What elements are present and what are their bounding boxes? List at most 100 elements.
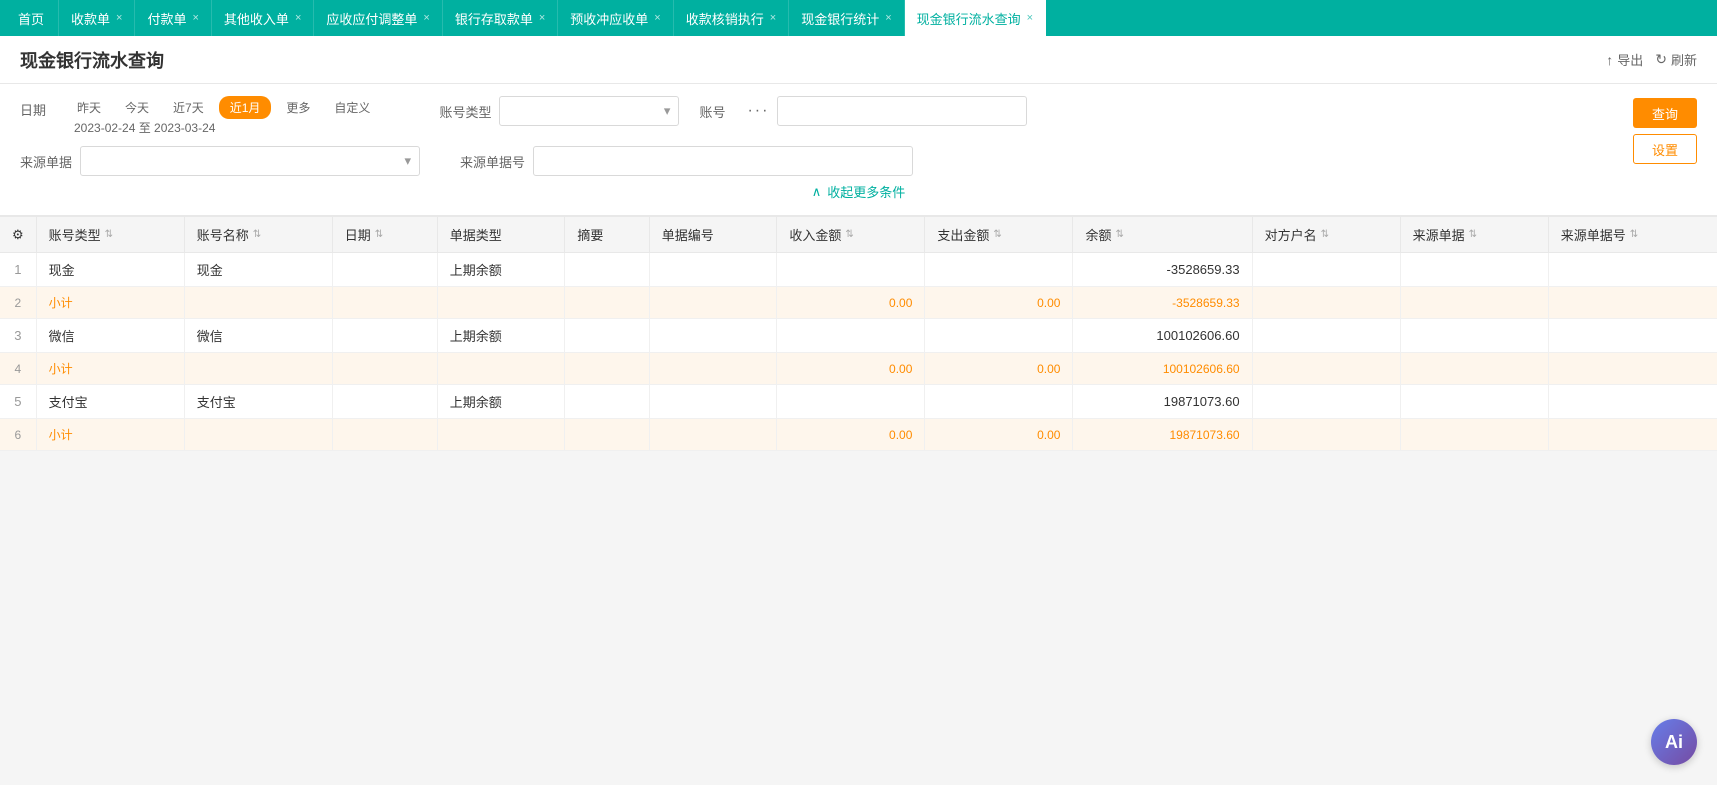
nav-tab-bank-deposit[interactable]: 银行存取款单 ×	[443, 0, 558, 36]
collapse-label: 收起更多条件	[827, 182, 905, 201]
page-header: 现金银行流水查询 ↑ 导出 ↻ 刷新	[0, 36, 1717, 84]
cell-account-name: 现金	[184, 253, 332, 287]
cell-expense: 0.00	[925, 353, 1073, 385]
sort-icon: ⇅	[375, 229, 383, 240]
cell-source-doc-no	[1548, 287, 1717, 319]
refresh-button[interactable]: ↻ 刷新	[1655, 50, 1697, 69]
cell-counterpart	[1252, 419, 1400, 451]
cell-date	[332, 319, 437, 353]
cell-account-type: 支付宝	[36, 385, 184, 419]
nav-tab-prepaid[interactable]: 预收冲应收单 ×	[558, 0, 673, 36]
settings-button[interactable]: 设置	[1633, 134, 1697, 164]
cell-account-type: 小计	[36, 287, 184, 319]
filter-actions: 查询 设置	[1633, 96, 1697, 164]
row-num: 2	[0, 287, 36, 319]
date-yesterday[interactable]: 昨天	[68, 96, 110, 119]
cell-doc-type: 上期余额	[437, 253, 565, 287]
cell-source-doc-no	[1548, 419, 1717, 451]
date-7days[interactable]: 近7天	[164, 96, 213, 119]
cell-summary	[565, 287, 649, 319]
cell-source-doc	[1400, 419, 1548, 451]
sort-icon: ⇅	[105, 229, 113, 240]
header-actions: ↑ 导出 ↻ 刷新	[1606, 50, 1697, 69]
nav-tab-other-income[interactable]: 其他收入单 ×	[212, 0, 314, 36]
cell-balance: 19871073.60	[1073, 419, 1252, 451]
collapse-bar[interactable]: ∧ 收起更多条件	[20, 176, 1697, 203]
th-income[interactable]: 收入金额⇅	[777, 217, 925, 253]
cell-source-doc	[1400, 353, 1548, 385]
source-doc-select[interactable]: ▾	[80, 146, 420, 176]
nav-tab-write-off[interactable]: 收款核销执行 ×	[674, 0, 789, 36]
account-input[interactable]	[777, 96, 1027, 126]
cell-account-type: 小计	[36, 353, 184, 385]
cell-date	[332, 253, 437, 287]
cell-account-type: 微信	[36, 319, 184, 353]
account-type-select[interactable]: ▾	[499, 96, 679, 126]
th-counterpart[interactable]: 对方户名⇅	[1252, 217, 1400, 253]
th-expense[interactable]: 支出金额⇅	[925, 217, 1073, 253]
cell-balance: 100102606.60	[1073, 353, 1252, 385]
th-account-name[interactable]: 账号名称⇅	[184, 217, 332, 253]
date-more[interactable]: 更多	[277, 96, 319, 119]
nav-home[interactable]: 首页	[4, 0, 59, 36]
nav-tab-cash-bank-flow[interactable]: 现金银行流水查询 ×	[905, 0, 1046, 36]
row-num: 4	[0, 353, 36, 385]
source-row: 来源单据 ▾ 来源单据号	[20, 146, 1613, 176]
sort-icon: ⇅	[1321, 229, 1329, 240]
cell-source-doc	[1400, 253, 1548, 287]
collapse-icon: ∧	[812, 184, 822, 200]
more-options-icon[interactable]: ···	[747, 102, 769, 120]
close-icon[interactable]: ×	[654, 12, 660, 24]
nav-tab-payment[interactable]: 付款单 ×	[135, 0, 211, 36]
date-custom[interactable]: 自定义	[325, 96, 379, 119]
th-balance[interactable]: 余额⇅	[1073, 217, 1252, 253]
query-button[interactable]: 查询	[1633, 98, 1697, 128]
cell-doc-type	[437, 353, 565, 385]
source-doc-label: 来源单据	[20, 152, 72, 171]
date-today[interactable]: 今天	[116, 96, 158, 119]
close-icon[interactable]: ×	[1027, 12, 1033, 24]
close-icon[interactable]: ×	[423, 12, 429, 24]
cell-doc-no	[649, 253, 777, 287]
refresh-icon: ↻	[1655, 51, 1667, 68]
source-doc-no-input[interactable]	[533, 146, 913, 176]
th-date[interactable]: 日期⇅	[332, 217, 437, 253]
cell-expense	[925, 253, 1073, 287]
date-range-text: 2023-02-24 至 2023-03-24	[74, 119, 379, 136]
th-source-doc[interactable]: 来源单据⇅	[1400, 217, 1548, 253]
cell-account-type: 现金	[36, 253, 184, 287]
export-button[interactable]: ↑ 导出	[1606, 50, 1643, 69]
th-source-doc-no[interactable]: 来源单据号⇅	[1548, 217, 1717, 253]
nav-tab-adjustment[interactable]: 应收应付调整单 ×	[314, 0, 442, 36]
cell-income	[777, 253, 925, 287]
cell-expense: 0.00	[925, 419, 1073, 451]
close-icon[interactable]: ×	[885, 12, 891, 24]
cell-income	[777, 319, 925, 353]
cell-account-name	[184, 419, 332, 451]
source-doc-no-item: 来源单据号	[460, 146, 913, 176]
source-doc-no-label: 来源单据号	[460, 152, 525, 171]
table-row: 6小计0.000.0019871073.60	[0, 419, 1717, 451]
cell-doc-no	[649, 385, 777, 419]
account-type-label: 账号类型	[439, 102, 491, 121]
close-icon[interactable]: ×	[116, 12, 122, 24]
sort-icon: ⇅	[1115, 229, 1123, 240]
cell-counterpart	[1252, 319, 1400, 353]
th-doc-no: 单据编号	[649, 217, 777, 253]
date-1month[interactable]: 近1月	[219, 96, 272, 119]
cell-doc-type: 上期余额	[437, 385, 565, 419]
th-account-type[interactable]: 账号类型⇅	[36, 217, 184, 253]
close-icon[interactable]: ×	[539, 12, 545, 24]
date-shortcuts: 昨天 今天 近7天 近1月 更多 自定义	[68, 96, 379, 119]
close-icon[interactable]: ×	[192, 12, 198, 24]
cell-summary	[565, 353, 649, 385]
table-settings-col[interactable]: ⚙	[0, 217, 36, 253]
cell-counterpart	[1252, 385, 1400, 419]
ai-assistant-button[interactable]: Ai	[1651, 719, 1697, 765]
close-icon[interactable]: ×	[295, 12, 301, 24]
table-row: 3微信微信上期余额100102606.60	[0, 319, 1717, 353]
close-icon[interactable]: ×	[770, 12, 776, 24]
nav-tab-receipt[interactable]: 收款单 ×	[59, 0, 135, 36]
cell-account-type: 小计	[36, 419, 184, 451]
nav-tab-cash-bank-stats[interactable]: 现金银行统计 ×	[789, 0, 904, 36]
